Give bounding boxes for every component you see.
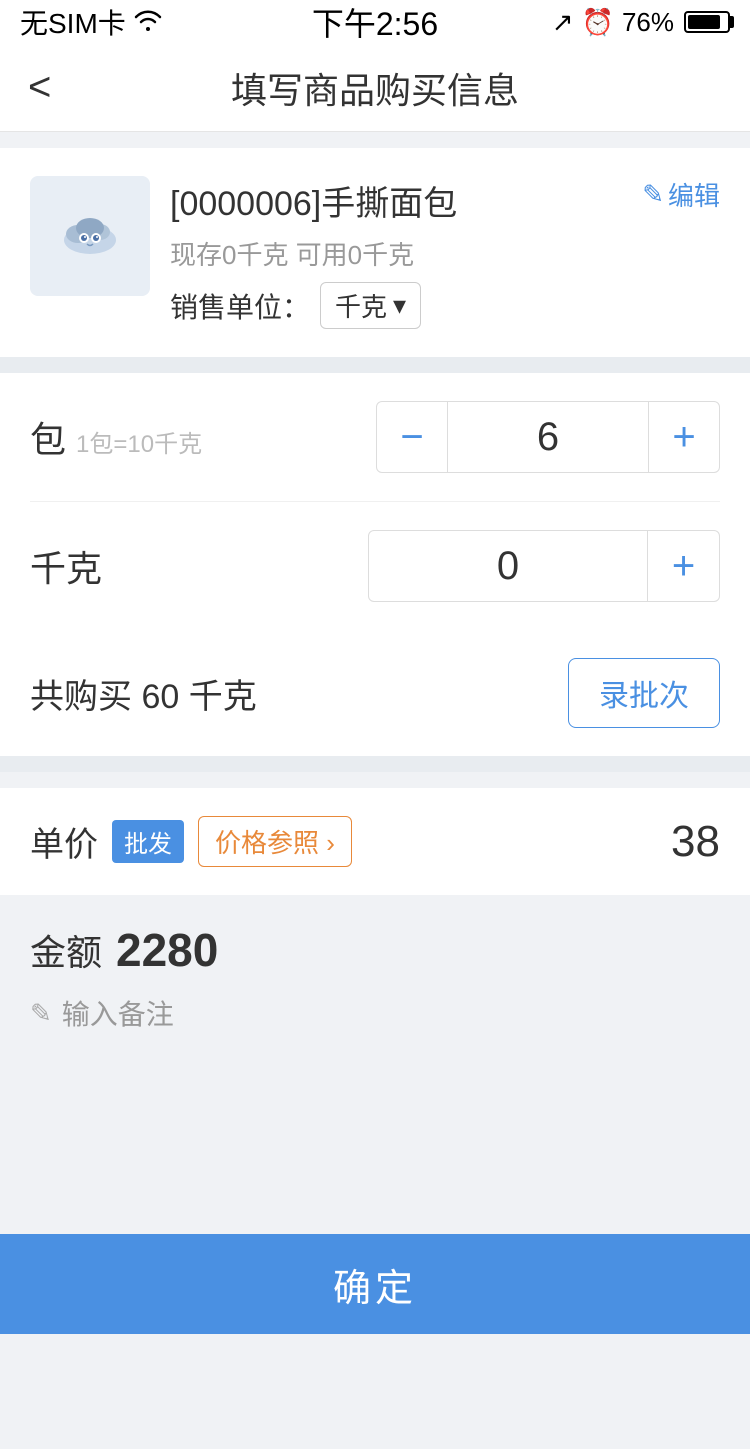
status-right: ↗ ⏰ 76% [552, 7, 730, 38]
product-card: [0000006]手撕面包 现存0千克 可用0千克 销售单位： 千克 ▾ ✎ 编… [0, 148, 750, 357]
chevron-down-icon: ▾ [393, 290, 406, 321]
alarm-icon: ⏰ [582, 7, 614, 38]
price-type-tag: 批发 [112, 820, 184, 863]
nav-bar: < 填写商品购买信息 [0, 44, 750, 132]
status-bar: 无SIM卡 下午2:56 ↗ ⏰ 76% [0, 0, 750, 44]
unit-label: 销售单位： [170, 286, 310, 326]
amount-label: 金额 [30, 924, 102, 976]
kg-plus-button[interactable]: + [648, 530, 720, 602]
product-stock: 现存0千克 可用0千克 [170, 235, 720, 272]
total-qty: 60 [141, 678, 179, 716]
confirm-button[interactable]: 确定 [0, 1234, 750, 1334]
battery-bar [684, 11, 730, 33]
total-row: 共购买 60 千克 录批次 [0, 630, 750, 756]
battery-percent: 76% [622, 7, 674, 38]
bao-label: 包 1包=10千克 [30, 411, 202, 463]
remark-placeholder: 输入备注 [62, 993, 174, 1033]
separator-1 [0, 357, 750, 373]
product-name: [0000006]手撕面包 [170, 176, 720, 225]
edit-icon: ✎ [642, 179, 664, 210]
price-row: 单价 批发 价格参照 › 38 [30, 816, 720, 867]
batch-button[interactable]: 录批次 [568, 658, 720, 728]
bao-quantity-input[interactable] [448, 401, 648, 473]
bao-sub: 1包=10千克 [76, 424, 202, 459]
kg-label: 千克 [30, 540, 102, 592]
time-display: 下午2:56 [312, 0, 438, 45]
separator-2 [0, 756, 750, 772]
kg-input-row: 千克 + [30, 502, 720, 630]
input-section: 包 1包=10千克 − + 千克 + [0, 373, 750, 630]
bao-minus-button[interactable]: − [376, 401, 448, 473]
amount-value: 2280 [116, 923, 218, 977]
unit-selector[interactable]: 千克 ▾ [320, 282, 421, 329]
pencil-icon: ✎ [30, 998, 52, 1029]
product-image [30, 176, 150, 296]
price-label: 单价 [30, 817, 98, 866]
bao-controls: − + [376, 401, 720, 473]
bao-plus-button[interactable]: + [648, 401, 720, 473]
price-section: 单价 批发 价格参照 › 38 [0, 788, 750, 895]
back-button[interactable]: < [28, 65, 51, 110]
location-icon: ↗ [552, 7, 574, 38]
product-unit-row: 销售单位： 千克 ▾ [170, 282, 720, 329]
status-left: 无SIM卡 [20, 2, 162, 42]
edit-button[interactable]: ✎ 编辑 [642, 176, 720, 213]
product-info: [0000006]手撕面包 现存0千克 可用0千克 销售单位： 千克 ▾ [170, 176, 720, 329]
remark-row[interactable]: ✎ 输入备注 [30, 993, 720, 1033]
amount-section: 金额 2280 ✎ 输入备注 [0, 895, 750, 1049]
price-reference-button[interactable]: 价格参照 › [198, 816, 352, 867]
carrier-text: 无SIM卡 [20, 2, 126, 42]
total-text: 共购买 60 千克 [30, 669, 257, 718]
kg-controls: + [368, 530, 720, 602]
price-value: 38 [671, 817, 720, 867]
bao-input-row: 包 1包=10千克 − + [30, 373, 720, 502]
page-title: 填写商品购买信息 [231, 62, 519, 114]
kg-quantity-input[interactable] [368, 530, 648, 602]
wifi-icon [134, 6, 162, 38]
amount-row: 金额 2280 [30, 923, 720, 977]
